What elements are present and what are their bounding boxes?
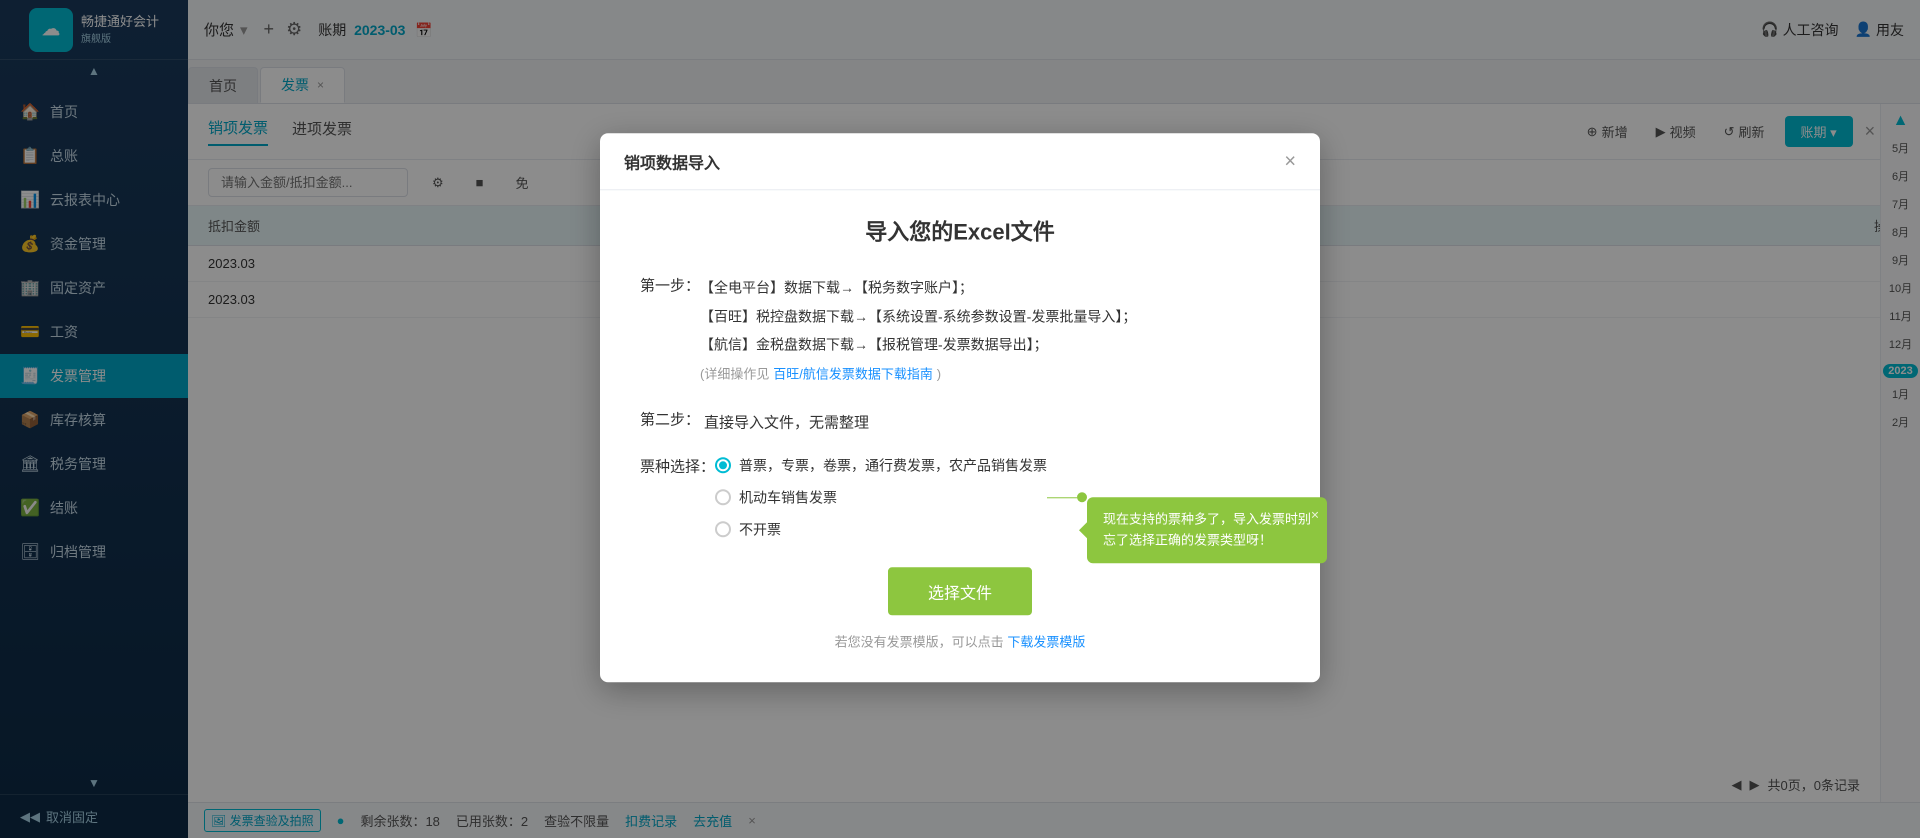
tooltip-text: 现在支持的票种多了，导入发票时别忘了选择正确的发票类型呀！ <box>1103 512 1311 548</box>
radio-dot-1 <box>719 462 727 470</box>
modal-footer: 若您没有发票模版，可以点击 下载发票模版 <box>640 632 1280 651</box>
step2-text: 直接导入文件，无需整理 <box>704 412 869 433</box>
step1-line1: 【全电平台】数据下载→【税务数字账户】； <box>700 274 1136 301</box>
modal-body: 导入您的Excel文件 第一步： 【全电平台】数据下载→【税务数字账户】； 【百… <box>600 190 1320 682</box>
step1-label: 第一步： <box>640 274 700 382</box>
guide-link[interactable]: 百旺/航信发票数据下载指南 <box>773 366 933 381</box>
select-file-button[interactable]: 选择文件 <box>888 568 1032 616</box>
ticket-option-3[interactable]: 不开票 <box>715 520 1047 540</box>
ticket-label-3: 不开票 <box>739 520 781 540</box>
step1-content: 【全电平台】数据下载→【税务数字账户】； 【百旺】税控盘数据下载→【系统设置-系… <box>700 274 1136 388</box>
step1-line3: 【航信】金税盘数据下载→【报税管理-发票数据导出】； <box>700 331 1136 358</box>
ticket-header-row: 票种选择： 普票，专票，卷票，通行费发票，农产品销售发票 机动车销售发票 <box>640 456 1280 552</box>
modal-main-title: 导入您的Excel文件 <box>640 214 1280 246</box>
ticket-options: 普票，专票，卷票，通行费发票，农产品销售发票 机动车销售发票 <box>715 456 1047 552</box>
step-2: 第二步： 直接导入文件，无需整理 <box>640 409 1280 436</box>
radio-2 <box>715 490 731 506</box>
modal-header: 销项数据导入 × <box>600 133 1320 190</box>
step2-label: 第二步： <box>640 409 700 430</box>
ticket-label-2: 机动车销售发票 <box>739 488 837 508</box>
footer-text: 若您没有发票模版，可以点击 <box>835 635 1004 650</box>
download-template-link[interactable]: 下载发票模版 <box>1007 635 1085 650</box>
ticket-option-2[interactable]: 机动车销售发票 × 现在支持的票种多了，导入发票时别忘了选择正确的发票类型呀！ <box>715 488 1047 508</box>
step1-link-container: (详细操作见 百旺/航信发票数据下载指南 ) <box>700 360 1136 387</box>
tooltip-indicator <box>1047 493 1087 503</box>
ticket-label: 票种选择： <box>640 456 715 477</box>
modal-title: 销项数据导入 <box>624 149 720 173</box>
ticket-select: 票种选择： 普票，专票，卷票，通行费发票，农产品销售发票 机动车销售发票 <box>640 456 1280 552</box>
step-1: 第一步： 【全电平台】数据下载→【税务数字账户】； 【百旺】税控盘数据下载→【系… <box>640 274 1280 388</box>
step1-line2: 【百旺】税控盘数据下载→【系统设置-系统参数设置-发票批量导入】； <box>700 303 1136 330</box>
import-modal: 销项数据导入 × 导入您的Excel文件 第一步： 【全电平台】数据下载→【税务… <box>600 133 1320 682</box>
tooltip-bubble: × 现在支持的票种多了，导入发票时别忘了选择正确的发票类型呀！ <box>1087 498 1327 564</box>
radio-3 <box>715 522 731 538</box>
ticket-option-1[interactable]: 普票，专票，卷票，通行费发票，农产品销售发票 <box>715 456 1047 476</box>
step2-row: 第二步： 直接导入文件，无需整理 <box>640 409 1280 436</box>
ticket-label-1: 普票，专票，卷票，通行费发票，农产品销售发票 <box>739 456 1047 476</box>
modal-close-btn[interactable]: × <box>1284 150 1296 173</box>
step1-row: 第一步： 【全电平台】数据下载→【税务数字账户】； 【百旺】税控盘数据下载→【系… <box>640 274 1280 388</box>
tooltip-close-btn[interactable]: × <box>1311 504 1319 526</box>
radio-1 <box>715 458 731 474</box>
